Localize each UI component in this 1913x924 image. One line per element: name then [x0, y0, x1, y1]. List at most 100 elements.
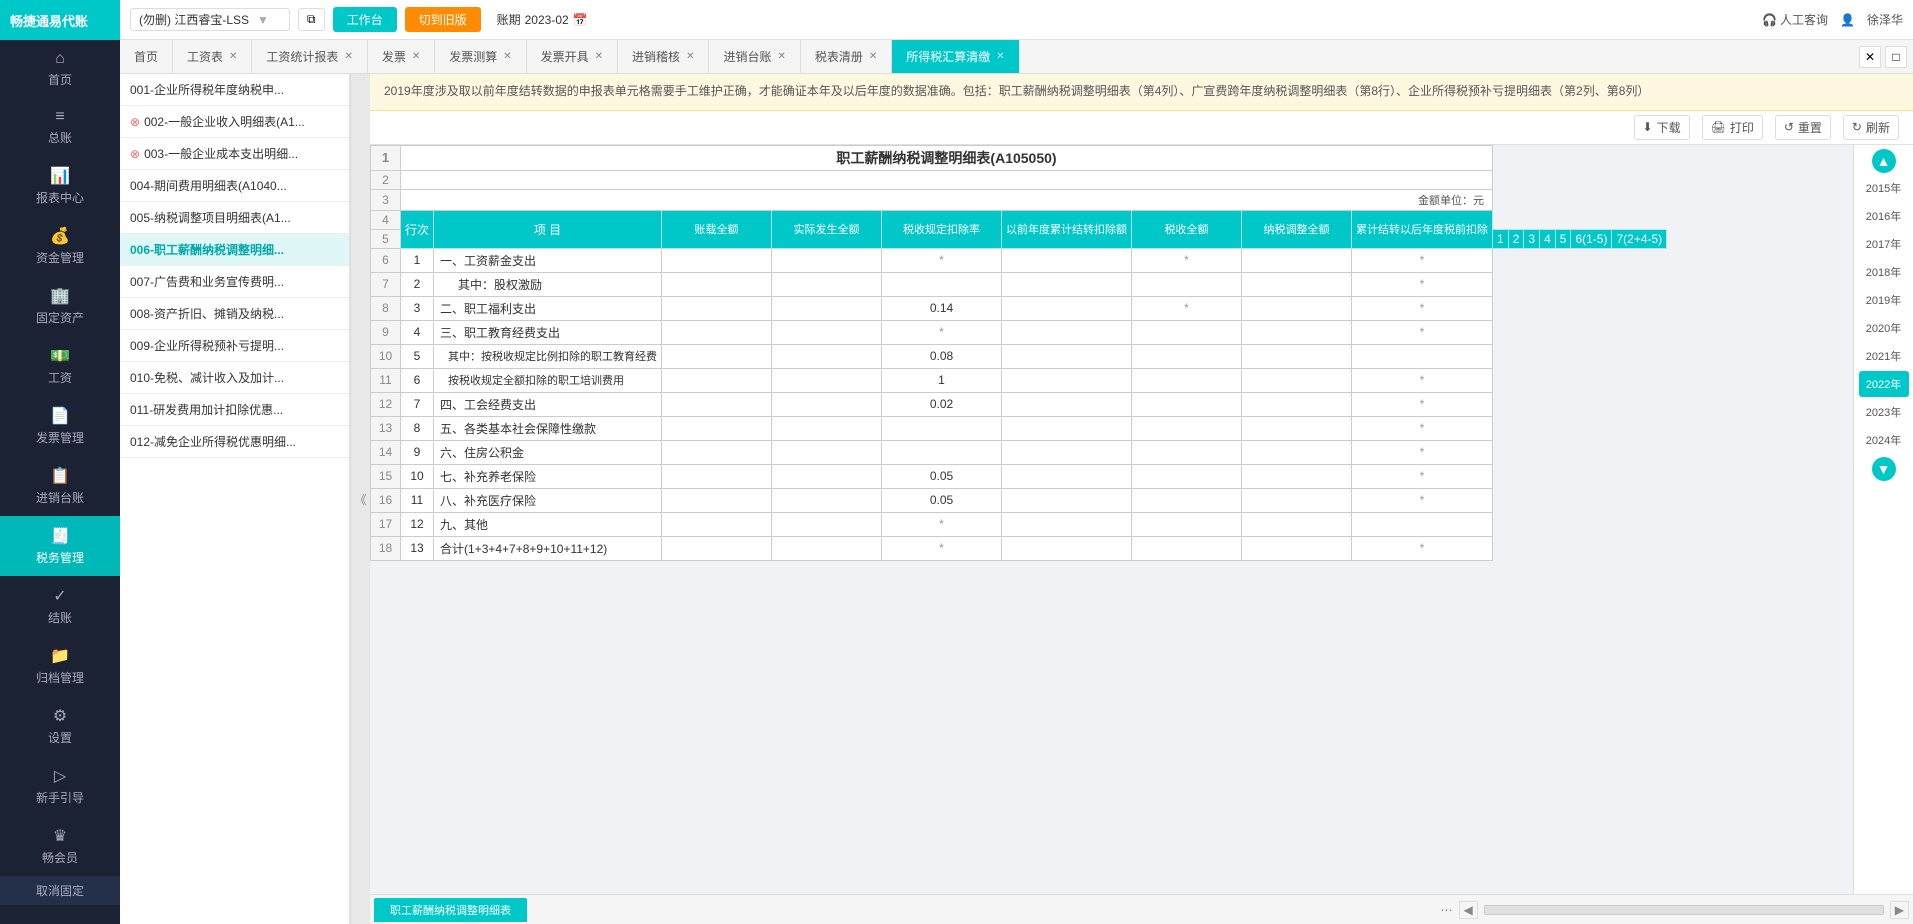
- tab-label: 发票开具: [541, 48, 589, 65]
- table-row: 16 11 八、补充医疗保险 0.05 *: [371, 488, 1667, 512]
- col-num-5: 5: [1555, 229, 1571, 248]
- list-item-004[interactable]: 004-期间费用明细表(A1040...: [120, 170, 349, 202]
- year-up-button[interactable]: ▲: [1872, 149, 1896, 173]
- table-row: 8 3 二、职工福利支出 0.14 * *: [371, 296, 1667, 320]
- tab-invoice-open[interactable]: 发票开具 ✕: [527, 40, 618, 74]
- workbench-button[interactable]: 工作台: [333, 7, 397, 32]
- sidebar-item-payroll[interactable]: 💵 工资: [0, 336, 120, 396]
- year-2020[interactable]: 2020年: [1859, 315, 1909, 341]
- tab-payroll[interactable]: 工资表 ✕: [173, 40, 252, 74]
- sidebar-item-guide[interactable]: ▷ 新手引导: [0, 756, 120, 816]
- list-item-002[interactable]: ⊗ 002-一般企业收入明细表(A1...: [120, 106, 349, 138]
- tab-close-icon[interactable]: ✕: [595, 51, 603, 62]
- sidebar-item-member[interactable]: ♛ 畅会员: [0, 816, 120, 876]
- sheet-title: 职工薪酬纳税调整明细表(A105050): [401, 145, 1493, 170]
- year-2016[interactable]: 2016年: [1859, 203, 1909, 229]
- year-2023[interactable]: 2023年: [1859, 399, 1909, 425]
- list-item-009[interactable]: 009-企业所得税预补亏提明...: [120, 330, 349, 362]
- download-button[interactable]: ⬇ 下载: [1634, 115, 1690, 140]
- tab-close-icon[interactable]: ✕: [686, 51, 694, 62]
- sidebar-item-funds[interactable]: 💰 资金管理: [0, 216, 120, 276]
- sheet-tab[interactable]: 职工薪酬纳税调整明细表: [374, 898, 527, 922]
- tab-sales-ledger[interactable]: 进销台账 ✕: [709, 40, 800, 74]
- list-item-011[interactable]: 011-研发费用加计扣除优惠...: [120, 394, 349, 426]
- item-label: 007-广告费和业务宣传费明...: [130, 273, 284, 290]
- company-label: (勿删) 江西睿宝-LSS: [139, 11, 249, 28]
- year-2015[interactable]: 2015年: [1859, 175, 1909, 201]
- tab-tax-settlement[interactable]: 所得税汇算清缴 ✕: [892, 40, 1019, 74]
- user-avatar[interactable]: 👤: [1840, 13, 1855, 27]
- print-button[interactable]: 🖨 打印: [1702, 115, 1763, 140]
- tab-close-icon[interactable]: ✕: [503, 51, 511, 62]
- year-2022[interactable]: 2022年: [1859, 371, 1909, 397]
- sidebar-item-archive[interactable]: 📁 归档管理: [0, 636, 120, 696]
- sidebar-item-label: 结账: [48, 609, 72, 626]
- year-2018[interactable]: 2018年: [1859, 259, 1909, 285]
- sidebar-item-label: 进销台账: [36, 489, 84, 506]
- tab-controls: ✕ □: [1859, 46, 1913, 68]
- sidebar-item-invoices[interactable]: 📄 发票管理: [0, 396, 120, 456]
- sidebar-item-ledger[interactable]: ≡ 总账: [0, 98, 120, 156]
- list-item-001[interactable]: 001-企业所得税年度纳税申...: [120, 74, 349, 106]
- list-item-007[interactable]: 007-广告费和业务宣传费明...: [120, 266, 349, 298]
- spreadsheet-table: 1 职工薪酬纳税调整明细表(A105050) 2 3 金额单位：元: [370, 145, 1667, 561]
- support-link[interactable]: 🎧 人工客询: [1762, 11, 1828, 28]
- refresh-button[interactable]: ↻ 刷新: [1843, 115, 1899, 140]
- list-item-010[interactable]: 010-免税、减计收入及加计...: [120, 362, 349, 394]
- tab-close-icon[interactable]: ✕: [996, 51, 1004, 62]
- topbar: (勿删) 江西睿宝-LSS ▼ ⧉ 工作台 切到旧版 账期 2023-02 📅 …: [120, 0, 1913, 40]
- sidebar-item-label: 工资: [48, 369, 72, 386]
- item-label: 009-企业所得税预补亏提明...: [130, 337, 284, 354]
- sidebar-item-label: 新手引导: [36, 789, 84, 806]
- scroll-right-button[interactable]: ▶: [1890, 901, 1909, 919]
- chevron-down-icon: ▼: [257, 13, 269, 27]
- tab-sales-check[interactable]: 进销稽核 ✕: [618, 40, 709, 74]
- scroll-left-button[interactable]: ◀: [1459, 901, 1478, 919]
- history-button[interactable]: 切到旧版: [405, 7, 481, 32]
- more-options-icon[interactable]: ⋯: [1441, 903, 1453, 917]
- item-label: 004-期间费用明细表(A1040...: [130, 177, 287, 194]
- sheet-table-wrap[interactable]: 1 职工薪酬纳税调整明细表(A105050) 2 3 金额单位：元: [370, 145, 1853, 894]
- sidebar-item-label: 报表中心: [36, 189, 84, 206]
- calendar-icon[interactable]: 📅: [573, 13, 588, 27]
- list-item-008[interactable]: 008-资产折旧、摊销及纳税...: [120, 298, 349, 330]
- list-item-005[interactable]: 005-纳税调整项目明细表(A1...: [120, 202, 349, 234]
- reset-button[interactable]: ↺ 重置: [1775, 115, 1831, 140]
- collapse-panel-button[interactable]: 《: [350, 74, 370, 924]
- year-2019[interactable]: 2019年: [1859, 287, 1909, 313]
- year-2024[interactable]: 2024年: [1859, 427, 1909, 453]
- list-item-006[interactable]: 006-职工薪酬纳税调整明细...: [120, 234, 349, 266]
- tab-close-icon[interactable]: ✕: [777, 51, 785, 62]
- tab-invoice-calc[interactable]: 发票测算 ✕: [435, 40, 526, 74]
- close-tab-button[interactable]: ✕: [1859, 46, 1881, 68]
- horizontal-scrollbar[interactable]: [1484, 905, 1884, 915]
- tab-close-icon[interactable]: ✕: [344, 51, 352, 62]
- year-2021[interactable]: 2021年: [1859, 343, 1909, 369]
- sidebar-item-assets[interactable]: 🏢 固定资产: [0, 276, 120, 336]
- cancel-fixed-button[interactable]: 取消固定: [0, 876, 120, 905]
- restore-tab-button[interactable]: □: [1885, 46, 1907, 68]
- year-down-button[interactable]: ▼: [1872, 457, 1896, 481]
- list-item-003[interactable]: ⊗ 003-一般企业成本支出明细...: [120, 138, 349, 170]
- list-item-012[interactable]: 012-减免企业所得税优惠明细...: [120, 426, 349, 458]
- sidebar-item-close[interactable]: ✓ 结账: [0, 576, 120, 636]
- tab-payroll-stats[interactable]: 工资统计报表 ✕: [252, 40, 367, 74]
- sidebar-item-sales[interactable]: 📋 进销台账: [0, 456, 120, 516]
- copy-button[interactable]: ⧉: [298, 8, 325, 31]
- tab-home[interactable]: 首页: [120, 40, 173, 74]
- company-selector[interactable]: (勿删) 江西睿宝-LSS ▼: [130, 8, 290, 31]
- invoices-icon: 📄: [50, 406, 70, 426]
- tab-close-icon[interactable]: ✕: [412, 51, 420, 62]
- sidebar-item-reports[interactable]: 📊 报表中心: [0, 156, 120, 216]
- table-row: 12 7 四、工会经费支出 0.02 *: [371, 392, 1667, 416]
- sidebar-item-settings[interactable]: ⚙ 设置: [0, 696, 120, 756]
- sidebar-item-tax[interactable]: 🧾 税务管理: [0, 516, 120, 576]
- tab-tax-table[interactable]: 税表清册 ✕: [801, 40, 892, 74]
- tab-invoice[interactable]: 发票 ✕: [368, 40, 435, 74]
- sidebar-item-home[interactable]: ⌂ 首页: [0, 40, 120, 98]
- tab-close-icon[interactable]: ✕: [869, 51, 877, 62]
- col-num-4: 4: [1540, 229, 1556, 248]
- tab-close-icon[interactable]: ✕: [229, 51, 237, 62]
- year-2017[interactable]: 2017年: [1859, 231, 1909, 257]
- tab-label: 进销台账: [723, 48, 771, 65]
